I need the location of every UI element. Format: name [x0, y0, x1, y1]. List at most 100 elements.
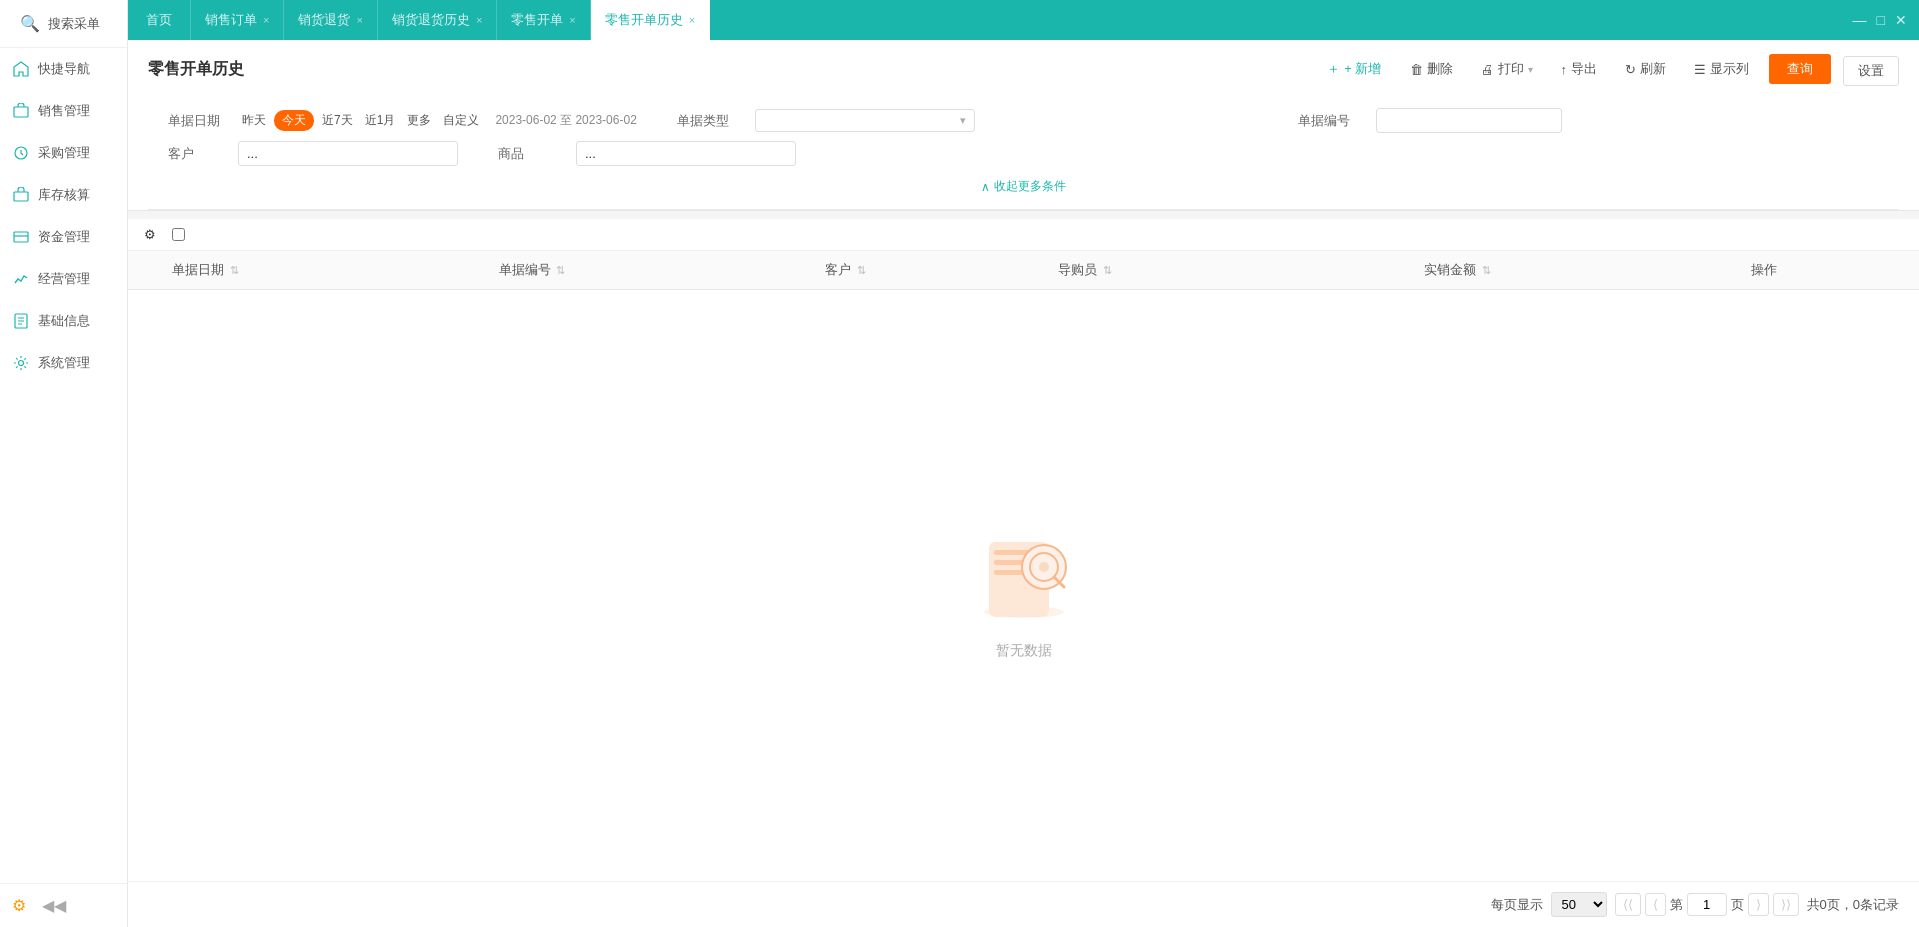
- th-guide-sort: ⇅: [1103, 264, 1112, 276]
- filter-area: 单据日期 昨天 今天 近7天 近1月 更多 自定义 2023-06-02 至 2…: [148, 96, 1899, 210]
- th-date-sort: ⇅: [230, 264, 239, 276]
- tab-sales-return-history-label: 销货退货历史: [392, 11, 470, 29]
- delete-button[interactable]: 🗑 删除: [1402, 56, 1461, 82]
- add-button[interactable]: ＋ + 新增: [1319, 56, 1389, 82]
- goods-filter-select[interactable]: ...: [576, 141, 796, 166]
- last-page-btn[interactable]: ⟩⟩: [1773, 893, 1799, 916]
- prev-page-btn[interactable]: ⟨: [1645, 893, 1666, 916]
- next-page-btn[interactable]: ⟩: [1748, 893, 1769, 916]
- tab-home[interactable]: 首页: [128, 0, 191, 40]
- type-select-arrow: ▾: [960, 114, 966, 127]
- sidebar-item-sales-label: 销售管理: [38, 102, 90, 120]
- customer-filter-select[interactable]: ...: [238, 141, 458, 166]
- sidebar-item-purchase-label: 采购管理: [38, 144, 90, 162]
- sidebar-item-sales-mgmt[interactable]: 销售管理: [0, 90, 127, 132]
- empty-state: 暂无数据: [128, 290, 1919, 881]
- sidebar-item-inventory[interactable]: 库存核算: [0, 174, 127, 216]
- base-info-icon: [12, 312, 30, 330]
- th-guide-label: 导购员: [1058, 262, 1097, 277]
- sidebar-item-base-label: 基础信息: [38, 312, 90, 330]
- refresh-icon: ↻: [1625, 62, 1636, 77]
- date-btn-yesterday[interactable]: 昨天: [238, 110, 270, 131]
- settings-gear-icon[interactable]: ⚙: [12, 896, 26, 915]
- collapse-more-btn[interactable]: ∧ 收起更多条件: [168, 174, 1879, 199]
- display-cols-button[interactable]: ☰ 显示列: [1686, 56, 1757, 82]
- goods-filter-label: 商品: [498, 145, 568, 163]
- tab-sales-return-history-close[interactable]: ×: [476, 14, 482, 26]
- svg-rect-3: [14, 232, 28, 242]
- page-title: 零售开单历史: [148, 59, 244, 80]
- th-action-label: 操作: [1751, 262, 1777, 277]
- tab-sales-return[interactable]: 销货退货 ×: [284, 0, 377, 40]
- th-amount[interactable]: 实销金额 ⇅: [1412, 251, 1739, 290]
- quick-nav-icon: [12, 60, 30, 78]
- sidebar-bottom: ⚙ ◀◀: [0, 883, 127, 927]
- type-filter-select[interactable]: ▾: [755, 109, 975, 132]
- sidebar-item-finance[interactable]: 资金管理: [0, 216, 127, 258]
- print-arrow-icon: ▾: [1528, 64, 1533, 75]
- sidebar-item-sys-mgmt[interactable]: 系统管理: [0, 342, 127, 384]
- table-settings-gear-icon[interactable]: ⚙: [144, 227, 156, 242]
- sidebar-item-purchase-mgmt[interactable]: 采购管理: [0, 132, 127, 174]
- date-btn-today[interactable]: 今天: [274, 110, 314, 131]
- sidebar-item-operations[interactable]: 经营管理: [0, 258, 127, 300]
- purchase-mgmt-icon: [12, 144, 30, 162]
- page-input[interactable]: [1687, 893, 1727, 916]
- th-customer[interactable]: 客户 ⇅: [813, 251, 1046, 290]
- window-close-icon[interactable]: ✕: [1895, 12, 1907, 28]
- sidebar: 🔍 搜索采单 快捷导航 销售管理 采购管理 库存核算 资金管理: [0, 0, 128, 927]
- data-table: 单据日期 ⇅ 单据编号 ⇅ 客户 ⇅ 导购员 ⇅: [128, 251, 1919, 290]
- sidebar-item-quick-nav[interactable]: 快捷导航: [0, 48, 127, 90]
- tab-sales-return-history[interactable]: 销货退货历史 ×: [378, 0, 497, 40]
- window-maximize-icon[interactable]: □: [1877, 12, 1885, 28]
- th-customer-label: 客户: [825, 262, 851, 277]
- th-date-label: 单据日期: [172, 262, 224, 277]
- tab-retail-open-history[interactable]: 零售开单历史 ×: [591, 0, 710, 40]
- customer-select-value: ...: [247, 146, 258, 161]
- print-button[interactable]: 🖨 打印 ▾: [1473, 56, 1541, 82]
- sidebar-item-base-info[interactable]: 基础信息: [0, 300, 127, 342]
- sidebar-item-operations-label: 经营管理: [38, 270, 90, 288]
- table-area: ⚙ 单据日期 ⇅ 单据编号 ⇅: [128, 219, 1919, 881]
- collapse-more-label: 收起更多条件: [994, 178, 1066, 195]
- sidebar-search[interactable]: 🔍 搜索采单: [0, 0, 127, 48]
- th-guide[interactable]: 导购员 ⇅: [1046, 251, 1326, 290]
- per-page-select[interactable]: 10 20 50 100: [1551, 892, 1607, 917]
- tab-sales-order[interactable]: 销售订单 ×: [191, 0, 284, 40]
- svg-point-14: [1039, 562, 1049, 572]
- order-no-input[interactable]: [1376, 108, 1562, 133]
- select-all-checkbox[interactable]: [172, 228, 185, 241]
- date-btn-1month[interactable]: 近1月: [361, 110, 400, 131]
- tab-home-label: 首页: [146, 11, 172, 29]
- query-button[interactable]: 查询: [1769, 54, 1831, 84]
- date-btn-7days[interactable]: 近7天: [318, 110, 357, 131]
- th-date[interactable]: 单据日期 ⇅: [160, 251, 487, 290]
- tab-retail-open-label: 零售开单: [511, 11, 563, 29]
- pagination-nav: ⟨⟨ ⟨ 第 页 ⟩ ⟩⟩: [1615, 893, 1799, 916]
- delete-icon: 🗑: [1410, 62, 1423, 77]
- export-button[interactable]: ↑ 导出: [1553, 56, 1606, 82]
- th-order-no[interactable]: 单据编号 ⇅: [487, 251, 814, 290]
- inventory-icon: [12, 186, 30, 204]
- first-page-btn[interactable]: ⟨⟨: [1615, 893, 1641, 916]
- sales-mgmt-icon: [12, 102, 30, 120]
- tab-retail-open-close[interactable]: ×: [569, 14, 575, 26]
- tab-sales-return-close[interactable]: ×: [356, 14, 362, 26]
- svg-rect-0: [14, 107, 28, 117]
- tab-retail-open-history-close[interactable]: ×: [689, 14, 695, 26]
- date-btn-more[interactable]: 更多: [403, 110, 435, 131]
- goods-select-value: ...: [585, 146, 596, 161]
- type-filter-label: 单据类型: [677, 112, 747, 130]
- th-amount-sort: ⇅: [1482, 264, 1491, 276]
- sidebar-collapse-icon[interactable]: ◀◀: [42, 896, 66, 915]
- date-btn-custom[interactable]: 自定义: [439, 110, 483, 131]
- refresh-button[interactable]: ↻ 刷新: [1617, 56, 1674, 82]
- order-no-label: 单据编号: [1298, 112, 1368, 130]
- th-amount-label: 实销金额: [1424, 262, 1476, 277]
- date-range-display: 2023-06-02 至 2023-06-02: [495, 112, 636, 129]
- window-minimize-icon[interactable]: —: [1853, 12, 1867, 28]
- setting-button[interactable]: 设置: [1843, 56, 1899, 86]
- th-action: 操作: [1739, 251, 1919, 290]
- tab-retail-open[interactable]: 零售开单 ×: [497, 0, 590, 40]
- tab-sales-order-close[interactable]: ×: [263, 14, 269, 26]
